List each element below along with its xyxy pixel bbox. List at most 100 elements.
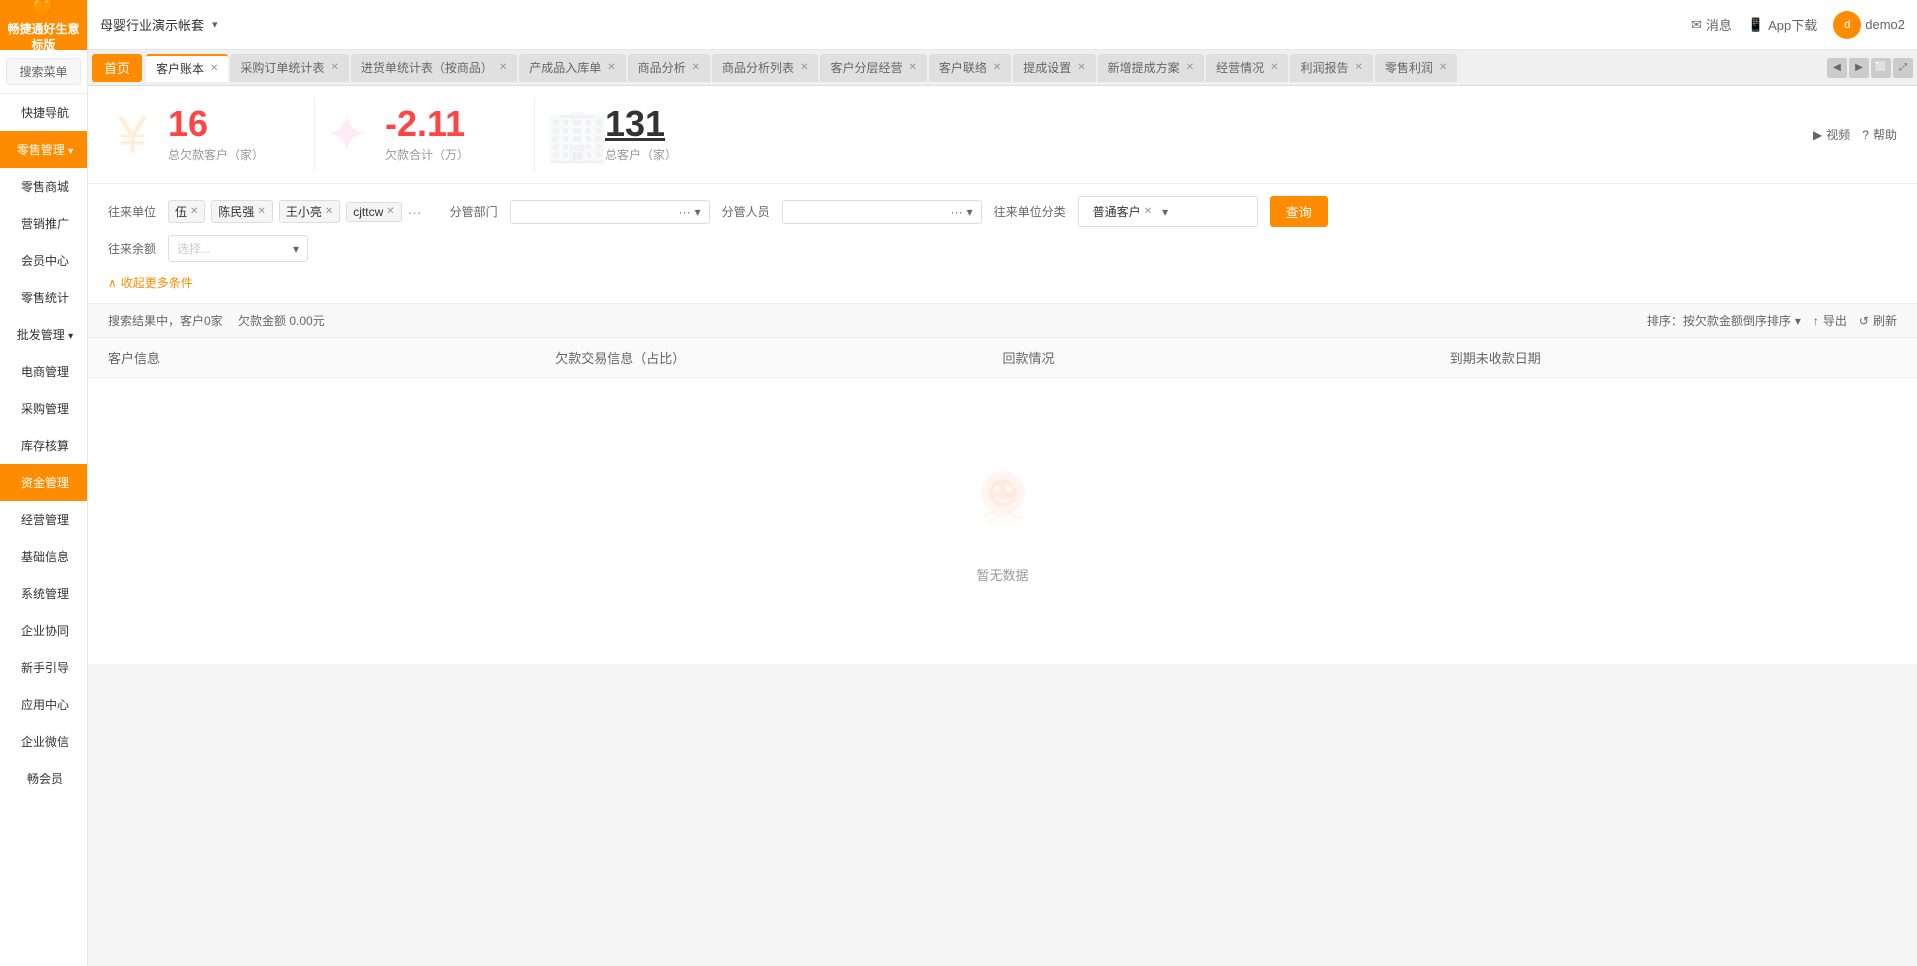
tab-purchase-order[interactable]: 采购订单统计表 ✕: [230, 54, 348, 82]
refresh-button[interactable]: ↺ 刷新: [1859, 312, 1897, 329]
tab-label: 新增提成方案: [1108, 59, 1180, 76]
tab-label: 经营情况: [1216, 59, 1264, 76]
tab-label: 提成设置: [1023, 59, 1071, 76]
tab-close-icon[interactable]: ✕: [1270, 62, 1278, 73]
tab-profit-report[interactable]: 利润报告 ✕: [1290, 54, 1372, 82]
unit-class-tag-close[interactable]: ✕: [1144, 206, 1152, 217]
tab-customer-contact[interactable]: 客户联络 ✕: [929, 54, 1011, 82]
tab-commission-setting[interactable]: 提成设置 ✕: [1013, 54, 1095, 82]
tab-label: 利润报告: [1300, 59, 1348, 76]
message-icon: ✉: [1691, 17, 1702, 33]
filter-tag-2: 陈民强 ✕: [211, 200, 272, 223]
tab-fullscreen-icon[interactable]: ⤢: [1893, 58, 1913, 78]
dept-select[interactable]: ··· ▾: [510, 200, 710, 224]
sidebar-item-member[interactable]: 会员中心: [0, 242, 87, 279]
tab-close-icon[interactable]: ✕: [1186, 62, 1194, 73]
sidebar-item-operation[interactable]: 经营管理: [0, 501, 87, 538]
stats-bar: ¥ 16 总欠款客户（家） ✦ -2.11 欠款合计（万） 🏢 131 总客户（…: [88, 86, 1917, 184]
tab-close-icon[interactable]: ✕: [692, 62, 700, 73]
sort-dropdown-icon: ▾: [1795, 314, 1801, 328]
sidebar-item-system[interactable]: 系统管理: [0, 575, 87, 612]
col-debt-info: 欠款交易信息（占比）: [555, 348, 1002, 367]
filter-tags: 伍 ✕ 陈民强 ✕ 王小亮 ✕ cjttcw ✕ ···: [168, 200, 422, 223]
tab-close-icon[interactable]: ✕: [993, 62, 1001, 73]
sidebar-item-retail-stats[interactable]: 零售统计: [0, 279, 87, 316]
tag2-close[interactable]: ✕: [257, 206, 265, 217]
sidebar-item-ecommerce[interactable]: 电商管理: [0, 353, 87, 390]
content-area: ¥ 16 总欠款客户（家） ✦ -2.11 欠款合计（万） 🏢 131 总客户（…: [88, 86, 1917, 966]
sidebar-item-finance[interactable]: 资金管理: [0, 464, 87, 501]
tab-close-icon[interactable]: ✕: [210, 63, 218, 74]
search-menu-button[interactable]: 搜索菜单: [6, 58, 81, 85]
refresh-icon: ↺: [1859, 314, 1869, 328]
person-select[interactable]: ··· ▾: [782, 200, 982, 224]
user-avatar-area[interactable]: d demo2: [1833, 11, 1905, 39]
tab-label: 采购订单统计表: [240, 59, 324, 76]
sidebar-item-app-center[interactable]: 应用中心: [0, 686, 87, 723]
tab-label: 客户分层经营: [830, 59, 902, 76]
tag3-close[interactable]: ✕: [325, 206, 333, 217]
company-dropdown[interactable]: ▾: [212, 18, 218, 31]
tab-customer-layer[interactable]: 客户分层经营 ✕: [820, 54, 926, 82]
query-button[interactable]: 查询: [1270, 196, 1328, 227]
tab-next-arrow[interactable]: ▶: [1849, 58, 1869, 78]
tab-retail-profit[interactable]: 零售利润 ✕: [1375, 54, 1457, 82]
tab-customer-ledger[interactable]: 客户账本 ✕: [146, 54, 228, 82]
filter-more-btn[interactable]: ···: [408, 204, 422, 220]
tab-home[interactable]: 首页: [92, 54, 142, 82]
sidebar-item-inventory[interactable]: 库存核算: [0, 427, 87, 464]
sidebar-item-retail-shop[interactable]: 零售商城: [0, 168, 87, 205]
app-download-button[interactable]: 📱 App下载: [1748, 15, 1817, 34]
sort-select[interactable]: 排序：按欠款金额倒序排序 ▾: [1647, 312, 1801, 329]
sidebar-item-guide[interactable]: 新手引导: [0, 649, 87, 686]
tab-product-analysis[interactable]: 商品分析 ✕: [628, 54, 710, 82]
help-button[interactable]: ? 帮助: [1862, 126, 1897, 143]
message-button[interactable]: ✉ 消息: [1691, 15, 1732, 34]
video-button[interactable]: ▶ 视频: [1813, 126, 1850, 143]
tab-prev-arrow[interactable]: ◀: [1827, 58, 1847, 78]
tab-product-analysis-list[interactable]: 商品分析列表 ✕: [712, 54, 818, 82]
tab-product-in[interactable]: 产成品入库单 ✕: [519, 54, 625, 82]
tab-close-icon[interactable]: ✕: [800, 62, 808, 73]
tab-expand-arrow[interactable]: ⬜: [1871, 58, 1891, 78]
debt-amount-text: 欠款金额 0.00元: [238, 314, 325, 328]
sidebar-item-wholesale[interactable]: 批发管理 ▾: [0, 316, 87, 353]
sidebar-item-wechat[interactable]: 企业微信: [0, 723, 87, 760]
tag1-close[interactable]: ✕: [190, 206, 198, 217]
search-result-text: 搜索结果中，客户0家: [108, 314, 223, 328]
tab-close-icon[interactable]: ✕: [1439, 62, 1447, 73]
empty-text: 暂无数据: [976, 565, 1028, 584]
company-name: 母婴行业演示帐套: [100, 15, 204, 34]
tab-close-icon[interactable]: ✕: [607, 62, 615, 73]
sidebar-item-retail[interactable]: 零售管理 ▾: [0, 131, 87, 168]
stats-actions: ▶ 视频 ? 帮助: [1813, 126, 1897, 143]
tab-close-icon[interactable]: ✕: [908, 62, 916, 73]
tab-add-commission[interactable]: 新增提成方案 ✕: [1098, 54, 1204, 82]
sidebar-item-quick-nav[interactable]: 快捷导航: [0, 94, 87, 131]
export-icon: ↑: [1813, 314, 1819, 328]
tag4-close[interactable]: ✕: [386, 206, 394, 217]
topbar-left: 母婴行业演示帐套 ▾: [100, 15, 218, 34]
tab-close-icon[interactable]: ✕: [1077, 62, 1085, 73]
sidebar-item-enterprise[interactable]: 企业协同: [0, 612, 87, 649]
dept-label: 分管部门: [450, 203, 498, 220]
tab-close-icon[interactable]: ✕: [499, 62, 507, 73]
sidebar-item-marketing[interactable]: 营销推广: [0, 205, 87, 242]
tab-goods-in[interactable]: 进货单统计表（按商品） ✕: [351, 54, 517, 82]
tabbar: 首页 客户账本 ✕ 采购订单统计表 ✕ 进货单统计表（按商品） ✕ 产成品入库单…: [88, 50, 1917, 86]
tab-close-icon[interactable]: ✕: [330, 62, 338, 73]
tab-business[interactable]: 经营情况 ✕: [1206, 54, 1288, 82]
collapse-button[interactable]: ∧ 收起更多条件: [108, 274, 1897, 291]
unit-class-select[interactable]: 普通客户 ✕ ▾: [1078, 196, 1258, 227]
stat1-bg-icon: ¥: [118, 105, 147, 165]
filter-tag-1: 伍 ✕: [168, 200, 205, 223]
tab-close-icon[interactable]: ✕: [1355, 62, 1363, 73]
sidebar-item-member2[interactable]: 畅会员: [0, 760, 87, 797]
tab-label: 进货单统计表（按商品）: [361, 59, 493, 76]
sidebar-item-purchase[interactable]: 采购管理: [0, 390, 87, 427]
balance-select[interactable]: 选择... ▾: [168, 235, 308, 262]
export-button[interactable]: ↑ 导出: [1813, 312, 1847, 329]
stat1-number: 16: [168, 106, 264, 142]
sidebar-item-basic-info[interactable]: 基础信息: [0, 538, 87, 575]
topbar-right: ✉ 消息 📱 App下载 d demo2: [1691, 11, 1905, 39]
